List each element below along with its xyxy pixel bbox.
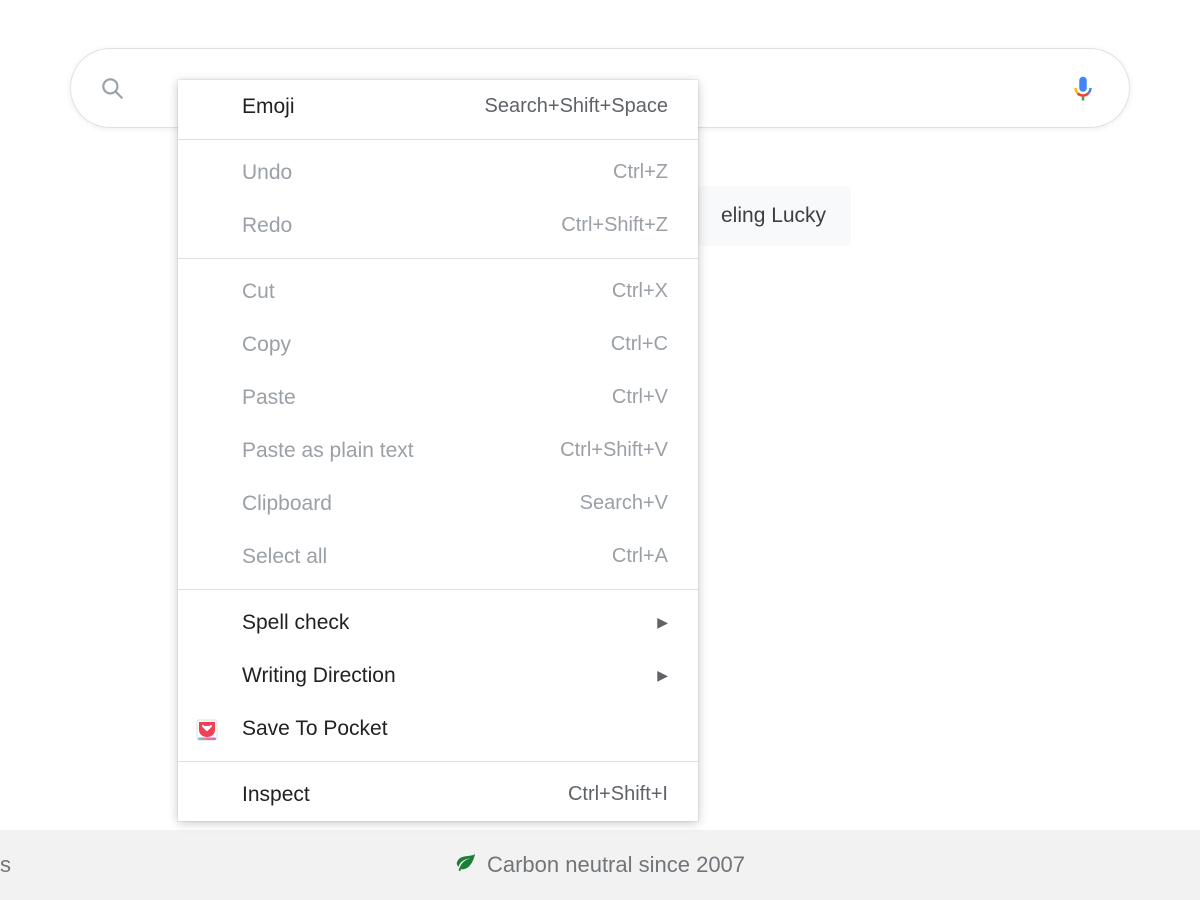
menu-label: Cut bbox=[242, 280, 612, 304]
menu-divider bbox=[178, 139, 698, 140]
menu-shortcut: Ctrl+Shift+I bbox=[568, 783, 668, 806]
menu-item-undo[interactable]: Undo Ctrl+Z bbox=[178, 146, 698, 199]
menu-shortcut: Search+Shift+Space bbox=[485, 95, 668, 118]
footer-center-label: Carbon neutral since 2007 bbox=[487, 852, 745, 878]
menu-item-spell-check[interactable]: Spell check ▶ bbox=[178, 596, 698, 649]
menu-shortcut: Ctrl+V bbox=[612, 386, 668, 409]
context-menu: Emoji Search+Shift+Space Undo Ctrl+Z Red… bbox=[178, 80, 698, 821]
menu-shortcut: Ctrl+Shift+V bbox=[560, 439, 668, 462]
footer: s Carbon neutral since 2007 bbox=[0, 830, 1200, 900]
menu-divider bbox=[178, 761, 698, 762]
menu-shortcut: Ctrl+C bbox=[611, 333, 668, 356]
search-icon bbox=[97, 73, 127, 103]
menu-item-redo[interactable]: Redo Ctrl+Shift+Z bbox=[178, 199, 698, 252]
menu-label: Inspect bbox=[242, 783, 568, 807]
menu-item-select-all[interactable]: Select all Ctrl+A bbox=[178, 530, 698, 583]
menu-shortcut: Search+V bbox=[580, 492, 668, 515]
menu-label: Select all bbox=[242, 545, 612, 569]
menu-divider bbox=[178, 589, 698, 590]
menu-label: Paste bbox=[242, 386, 612, 410]
menu-label: Redo bbox=[242, 214, 561, 238]
menu-item-save-to-pocket[interactable]: Save To Pocket bbox=[178, 702, 698, 755]
menu-item-paste[interactable]: Paste Ctrl+V bbox=[178, 371, 698, 424]
menu-item-cut[interactable]: Cut Ctrl+X bbox=[178, 265, 698, 318]
footer-carbon-neutral[interactable]: Carbon neutral since 2007 bbox=[455, 851, 745, 879]
menu-item-paste-as-plain-text[interactable]: Paste as plain text Ctrl+Shift+V bbox=[178, 424, 698, 477]
menu-item-emoji[interactable]: Emoji Search+Shift+Space bbox=[178, 80, 698, 133]
menu-item-clipboard[interactable]: Clipboard Search+V bbox=[178, 477, 698, 530]
footer-left-fragment: s bbox=[0, 852, 11, 878]
menu-label: Copy bbox=[242, 333, 611, 357]
feeling-lucky-button[interactable]: eling Lucky bbox=[696, 186, 851, 246]
menu-label: Writing Direction bbox=[242, 664, 657, 688]
leaf-icon bbox=[455, 851, 477, 879]
submenu-arrow-icon: ▶ bbox=[657, 614, 668, 631]
menu-divider bbox=[178, 258, 698, 259]
menu-label: Emoji bbox=[242, 95, 485, 119]
menu-label: Undo bbox=[242, 161, 613, 185]
menu-shortcut: Ctrl+A bbox=[612, 545, 668, 568]
menu-label: Spell check bbox=[242, 611, 657, 635]
voice-search-icon[interactable] bbox=[1065, 70, 1101, 106]
menu-label: Paste as plain text bbox=[242, 439, 560, 463]
submenu-arrow-icon: ▶ bbox=[657, 667, 668, 684]
menu-shortcut: Ctrl+Shift+Z bbox=[561, 214, 668, 237]
pocket-icon bbox=[194, 716, 220, 742]
menu-label: Clipboard bbox=[242, 492, 580, 516]
menu-item-copy[interactable]: Copy Ctrl+C bbox=[178, 318, 698, 371]
menu-item-writing-direction[interactable]: Writing Direction ▶ bbox=[178, 649, 698, 702]
menu-shortcut: Ctrl+Z bbox=[613, 161, 668, 184]
menu-item-inspect[interactable]: Inspect Ctrl+Shift+I bbox=[178, 768, 698, 821]
menu-shortcut: Ctrl+X bbox=[612, 280, 668, 303]
button-label: eling Lucky bbox=[721, 204, 826, 228]
menu-label: Save To Pocket bbox=[242, 717, 668, 741]
